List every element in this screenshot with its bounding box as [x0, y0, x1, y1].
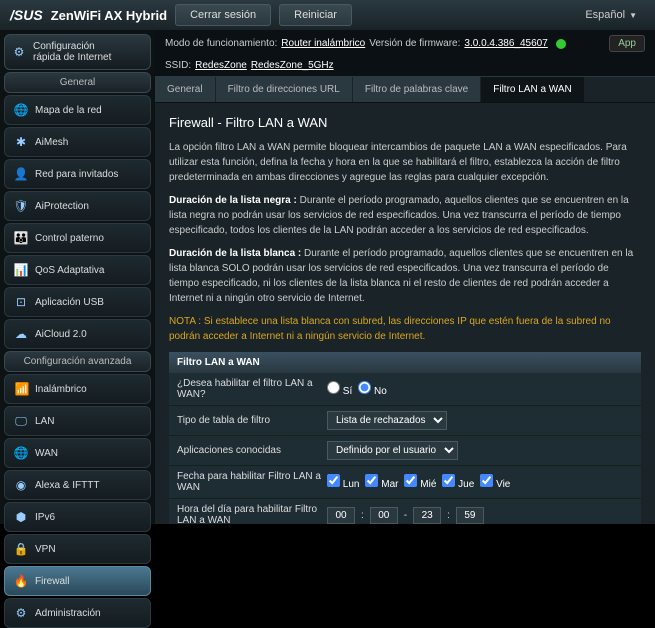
logout-button[interactable]: Cerrar sesión — [175, 4, 271, 26]
tab-general[interactable]: General — [155, 77, 216, 102]
status-led — [556, 39, 566, 49]
sidebar-section-general: General — [4, 72, 151, 93]
time1-m2[interactable] — [456, 507, 484, 524]
app-badge[interactable]: App — [609, 35, 645, 52]
chk-vie[interactable]: Vie — [480, 474, 510, 490]
sidebar-item-wireless[interactable]: 📶Inalámbrico — [4, 374, 151, 404]
chk-mie[interactable]: Mié — [404, 474, 436, 490]
radio-yes[interactable]: Sí — [327, 381, 352, 397]
mode-value[interactable]: Router inalámbrico — [281, 38, 365, 49]
firewall-icon: 🔥 — [13, 573, 29, 589]
sidebar-item-parental[interactable]: 👪Control paterno — [4, 223, 151, 253]
ssid-1[interactable]: RedesZone — [195, 60, 247, 71]
sidebar-item-guest[interactable]: 👤Red para invitados — [4, 159, 151, 189]
usb-icon: ⊡ — [13, 294, 29, 310]
chk-jue[interactable]: Jue — [442, 474, 474, 490]
wifi-icon: 📶 — [13, 381, 29, 397]
fw-label: Versión de firmware: — [369, 38, 460, 49]
sidebar-item-aicloud[interactable]: ☁AiCloud 2.0 — [4, 319, 151, 349]
chk-lun[interactable]: Lun — [327, 474, 359, 490]
sidebar-section-advanced: Configuración avanzada — [4, 351, 151, 372]
mode-label: Modo de funcionamiento: — [165, 38, 277, 49]
sidebar-item-network-map[interactable]: 🌐Mapa de la red — [4, 95, 151, 125]
section-filter-header: Filtro LAN a WAN — [169, 352, 641, 373]
sidebar-item-ipv6[interactable]: ⬢IPv6 — [4, 502, 151, 532]
lan-icon: 🖵 — [13, 413, 29, 429]
tab-url-filter[interactable]: Filtro de direcciones URL — [216, 77, 353, 102]
filter-type-select[interactable]: Lista de rechazados — [327, 411, 447, 430]
sidebar-item-alexa[interactable]: ◉Alexa & IFTTT — [4, 470, 151, 500]
qos-icon: 📊 — [13, 262, 29, 278]
gear-icon: ⚙ — [11, 44, 27, 60]
reboot-button[interactable]: Reiniciar — [279, 4, 352, 26]
sidebar-item-usb[interactable]: ⊡Aplicación USB — [4, 287, 151, 317]
tab-lan-wan-filter[interactable]: Filtro LAN a WAN — [481, 77, 585, 102]
time1-h2[interactable] — [413, 507, 441, 524]
sidebar-item-lan[interactable]: 🖵LAN — [4, 406, 151, 436]
parental-icon: 👪 — [13, 230, 29, 246]
sidebar-item-aiprotection[interactable]: 🛡AiProtection — [4, 191, 151, 221]
ssid-2[interactable]: RedesZone_5GHz — [251, 60, 334, 71]
brand-logo: /SUS — [10, 7, 43, 23]
sidebar-item-wan[interactable]: 🌐WAN — [4, 438, 151, 468]
sidebar-item-vpn[interactable]: 🔒VPN — [4, 534, 151, 564]
fw-value[interactable]: 3.0.0.4.386_45607 — [464, 38, 547, 49]
note-text: NOTA : Si establece una lista blanca con… — [169, 314, 641, 344]
ssid-label: SSID: — [165, 60, 191, 71]
time1-m1[interactable] — [370, 507, 398, 524]
globe-icon: 🌐 — [13, 102, 29, 118]
product-name: ZenWiFi AX Hybrid — [51, 8, 167, 23]
enable-label: ¿Desea habilitar el filtro LAN a WAN? — [177, 378, 327, 400]
filter-type-label: Tipo de tabla de filtro — [177, 415, 327, 426]
known-apps-select[interactable]: Definido por el usuario — [327, 441, 458, 460]
sidebar-item-qos[interactable]: 📊QoS Adaptativa — [4, 255, 151, 285]
guest-icon: 👤 — [13, 166, 29, 182]
shield-icon: 🛡 — [13, 198, 29, 214]
mesh-icon: ✱ — [13, 134, 29, 150]
desc-intro: La opción filtro LAN a WAN permite bloqu… — [169, 140, 641, 185]
chk-mar[interactable]: Mar — [365, 474, 398, 490]
language-selector[interactable]: Español — [577, 5, 645, 25]
time1-h1[interactable] — [327, 507, 355, 524]
desc-blacklist: Duración de la lista negra : Durante el … — [169, 193, 641, 238]
sidebar-item-aimesh[interactable]: ✱AiMesh — [4, 127, 151, 157]
sidebar-item-firewall[interactable]: 🔥Firewall — [4, 566, 151, 596]
known-apps-label: Aplicaciones conocidas — [177, 445, 327, 456]
page-title: Firewall - Filtro LAN a WAN — [169, 115, 641, 130]
alexa-icon: ◉ — [13, 477, 29, 493]
time1-label: Hora del día para habilitar Filtro LAN a… — [177, 504, 327, 524]
quick-setup-button[interactable]: ⚙ Configuraciónrápida de Internet — [4, 34, 151, 70]
date1-label: Fecha para habilitar Filtro LAN a WAN — [177, 471, 327, 493]
wan-icon: 🌐 — [13, 445, 29, 461]
vpn-icon: 🔒 — [13, 541, 29, 557]
sidebar-item-admin[interactable]: ⚙Administración — [4, 598, 151, 628]
desc-whitelist: Duración de la lista blanca : Durante el… — [169, 246, 641, 306]
cloud-icon: ☁ — [13, 326, 29, 342]
radio-no[interactable]: No — [358, 381, 387, 397]
ipv6-icon: ⬢ — [13, 509, 29, 525]
admin-icon: ⚙ — [13, 605, 29, 621]
tab-keyword-filter[interactable]: Filtro de palabras clave — [353, 77, 481, 102]
